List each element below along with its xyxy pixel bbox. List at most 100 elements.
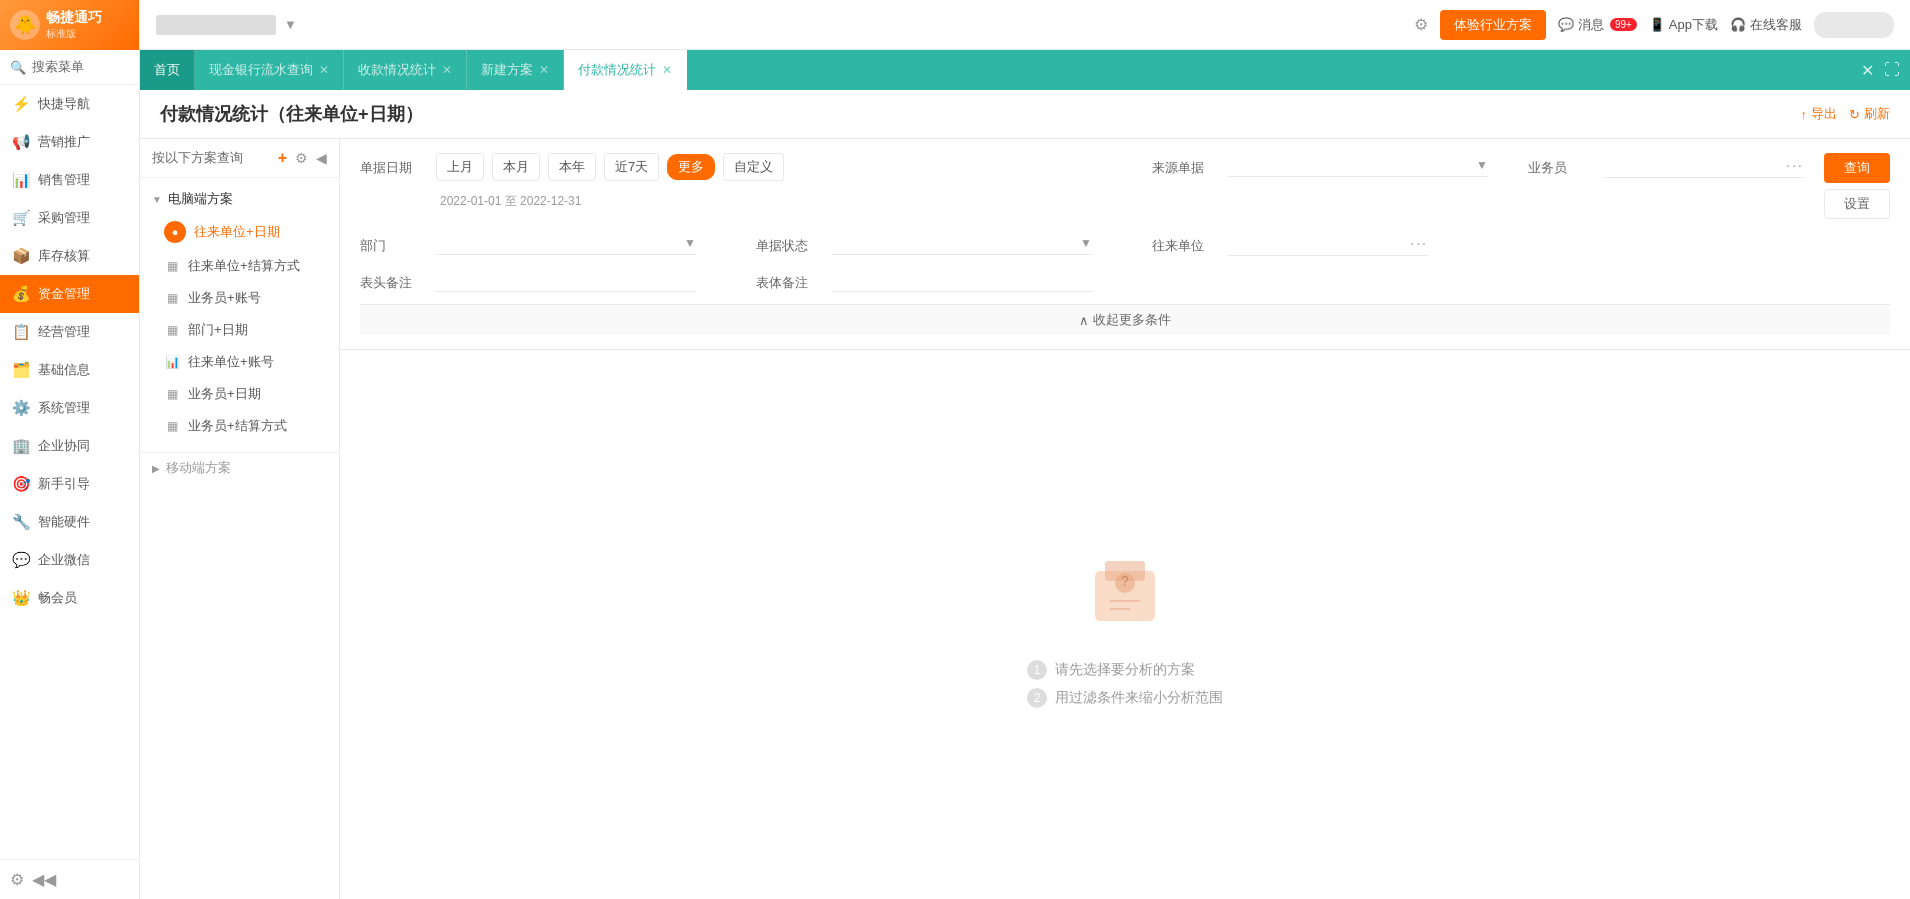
sidebar-item-capital[interactable]: 💰 资金管理 <box>0 275 139 313</box>
sidebar-item-label: 智能硬件 <box>38 513 90 531</box>
scheme-settings-btn[interactable]: ⚙ <box>295 150 308 166</box>
staff-dropdown[interactable]: ··· <box>1604 153 1804 178</box>
collapse-up-icon: ∧ <box>1079 313 1089 328</box>
staff-dots-icon[interactable]: ··· <box>1786 157 1804 173</box>
tab-bank-flow-close[interactable]: ✕ <box>319 63 329 77</box>
tab-payment-stats[interactable]: 付款情况统计 ✕ <box>564 50 687 90</box>
gear-icon[interactable]: ⚙ <box>1414 15 1428 34</box>
this-year-btn[interactable]: 本年 <box>548 153 596 181</box>
scheme-dept-date[interactable]: ▦ 部门+日期 <box>140 314 339 346</box>
dropdown-arrow-icon[interactable]: ▼ <box>284 17 297 32</box>
empty-illustration: ? <box>1075 541 1175 644</box>
sidebar-item-system[interactable]: ⚙️ 系统管理 <box>0 389 139 427</box>
sidebar-item-marketing[interactable]: 📢 营销推广 <box>0 123 139 161</box>
active-scheme-icon: ● <box>164 221 186 243</box>
more-btn[interactable]: 更多 <box>667 154 715 180</box>
page-header: 付款情况统计（往来单位+日期） ↑ 导出 ↻ 刷新 <box>140 90 1910 139</box>
user-avatar[interactable] <box>1814 12 1894 38</box>
tab-new-scheme[interactable]: 新建方案 ✕ <box>467 50 564 90</box>
sidebar-item-operation[interactable]: 📋 经营管理 <box>0 313 139 351</box>
last-month-btn[interactable]: 上月 <box>436 153 484 181</box>
scheme-label: 往来单位+结算方式 <box>188 257 300 275</box>
search-menu[interactable]: 🔍 搜索菜单 <box>0 50 139 85</box>
close-window-btn[interactable]: ✕ <box>1861 61 1874 80</box>
tip-1-num: 1 <box>1027 660 1047 680</box>
partner-dots-icon[interactable]: ··· <box>1410 235 1428 251</box>
app-download-label: App下载 <box>1669 16 1718 34</box>
query-btn[interactable]: 查询 <box>1824 153 1890 183</box>
dept-label: 部门 <box>360 231 416 255</box>
online-service-label: 在线客服 <box>1750 16 1802 34</box>
mobile-group-arrow: ▶ <box>152 463 160 474</box>
add-scheme-btn[interactable]: + <box>278 149 287 167</box>
page-title: 付款情况统计（往来单位+日期） <box>160 102 423 126</box>
mobile-group-header[interactable]: ▶ 移动端方案 <box>140 452 339 483</box>
sidebar-item-hardware[interactable]: 🔧 智能硬件 <box>0 503 139 541</box>
weixin-icon: 💬 <box>12 551 30 569</box>
tab-payment-stats-close[interactable]: ✕ <box>662 63 672 77</box>
doc-status-dropdown[interactable]: ▼ <box>832 231 1092 255</box>
collapse-filter-btn[interactable]: ∧ 收起更多条件 <box>360 304 1890 335</box>
tab-bank-flow[interactable]: 现金银行流水查询 ✕ <box>195 50 344 90</box>
staff-input[interactable] <box>1604 158 1782 173</box>
sidebar-item-enterprise[interactable]: 🏢 企业协同 <box>0 427 139 465</box>
app-download-btn[interactable]: 📱 App下载 <box>1649 16 1718 34</box>
sidebar-item-guide[interactable]: 🎯 新手引导 <box>0 465 139 503</box>
dept-dropdown[interactable]: ▼ <box>436 231 696 255</box>
refresh-btn[interactable]: ↻ 刷新 <box>1849 105 1890 123</box>
hardware-icon: 🔧 <box>12 513 30 531</box>
settings-btn[interactable]: 设置 <box>1824 189 1890 219</box>
date-filter-controls: 上月 本月 本年 近7天 更多 自定义 2022-01-01 至 2022-12… <box>436 153 1112 210</box>
partner-input[interactable] <box>1228 236 1406 251</box>
sidebar-item-weixin[interactable]: 💬 企业微信 <box>0 541 139 579</box>
scheme-icon: ▦ <box>164 290 180 306</box>
collapse-sidebar-btn[interactable]: ◀◀ <box>32 870 56 889</box>
scheme-unit-account[interactable]: 📊 往来单位+账号 <box>140 346 339 378</box>
dept-input[interactable] <box>436 235 680 250</box>
sidebar-item-label: 系统管理 <box>38 399 90 417</box>
export-btn[interactable]: ↑ 导出 <box>1801 105 1838 123</box>
scheme-staff-settle[interactable]: ▦ 业务员+结算方式 <box>140 410 339 442</box>
last-7days-btn[interactable]: 近7天 <box>604 153 659 181</box>
source-dropdown[interactable]: ▼ <box>1228 153 1488 177</box>
scheme-label: 往来单位+日期 <box>194 223 280 241</box>
doc-status-arrow[interactable]: ▼ <box>1080 236 1092 250</box>
sidebar-item-quick-nav[interactable]: ⚡ 快捷导航 <box>0 85 139 123</box>
scheme-staff-date[interactable]: ▦ 业务员+日期 <box>140 378 339 410</box>
desktop-group-header[interactable]: ▼ 电脑端方案 <box>140 184 339 214</box>
partner-dropdown[interactable]: ··· <box>1228 231 1428 256</box>
this-month-btn[interactable]: 本月 <box>492 153 540 181</box>
maximize-window-btn[interactable]: ⛶ <box>1884 61 1900 79</box>
custom-btn[interactable]: 自定义 <box>723 153 784 181</box>
tab-receipt-stats[interactable]: 收款情况统计 ✕ <box>344 50 467 90</box>
sidebar-item-sales[interactable]: 📊 销售管理 <box>0 161 139 199</box>
panel-collapse-btn[interactable]: ◀ <box>316 150 327 166</box>
sidebar-item-purchase[interactable]: 🛒 采购管理 <box>0 199 139 237</box>
online-service-btn[interactable]: 🎧 在线客服 <box>1730 16 1802 34</box>
sidebar-item-basic[interactable]: 🗂️ 基础信息 <box>0 351 139 389</box>
source-dropdown-arrow[interactable]: ▼ <box>1476 158 1488 172</box>
message-btn[interactable]: 💬 消息 99+ <box>1558 16 1637 34</box>
industry-btn[interactable]: 体验行业方案 <box>1440 10 1546 40</box>
scheme-staff-account[interactable]: ▦ 业务员+账号 <box>140 282 339 314</box>
tab-receipt-stats-close[interactable]: ✕ <box>442 63 452 77</box>
tab-home[interactable]: 首页 <box>140 50 195 90</box>
header-note-input[interactable] <box>436 268 696 292</box>
scheme-icon: ▦ <box>164 258 180 274</box>
filter-row-3: 表头备注 表体备注 <box>360 268 1890 292</box>
tab-new-scheme-close[interactable]: ✕ <box>539 63 549 77</box>
message-label: 消息 <box>1578 16 1604 34</box>
scheme-unit-settle[interactable]: ▦ 往来单位+结算方式 <box>140 250 339 282</box>
body-note-input[interactable] <box>832 268 1092 292</box>
source-input[interactable] <box>1228 157 1472 172</box>
dept-dropdown-arrow[interactable]: ▼ <box>684 236 696 250</box>
settings-footer-btn[interactable]: ⚙ <box>10 870 24 889</box>
page-header-actions: ↑ 导出 ↻ 刷新 <box>1801 105 1891 123</box>
sidebar-item-inventory[interactable]: 📦 库存核算 <box>0 237 139 275</box>
filter-row-1: 单据日期 上月 本月 本年 近7天 更多 自定义 2022-01-01 至 20… <box>360 153 1890 219</box>
doc-status-input[interactable] <box>832 235 1076 250</box>
scheme-unit-date[interactable]: ● 往来单位+日期 <box>140 214 339 250</box>
sidebar: 🐥 畅捷通巧 标准版 🔍 搜索菜单 ⚡ 快捷导航 📢 营销推广 📊 销售管理 🛒… <box>0 0 140 899</box>
sidebar-item-label: 资金管理 <box>38 285 90 303</box>
sidebar-item-member[interactable]: 👑 畅会员 <box>0 579 139 617</box>
